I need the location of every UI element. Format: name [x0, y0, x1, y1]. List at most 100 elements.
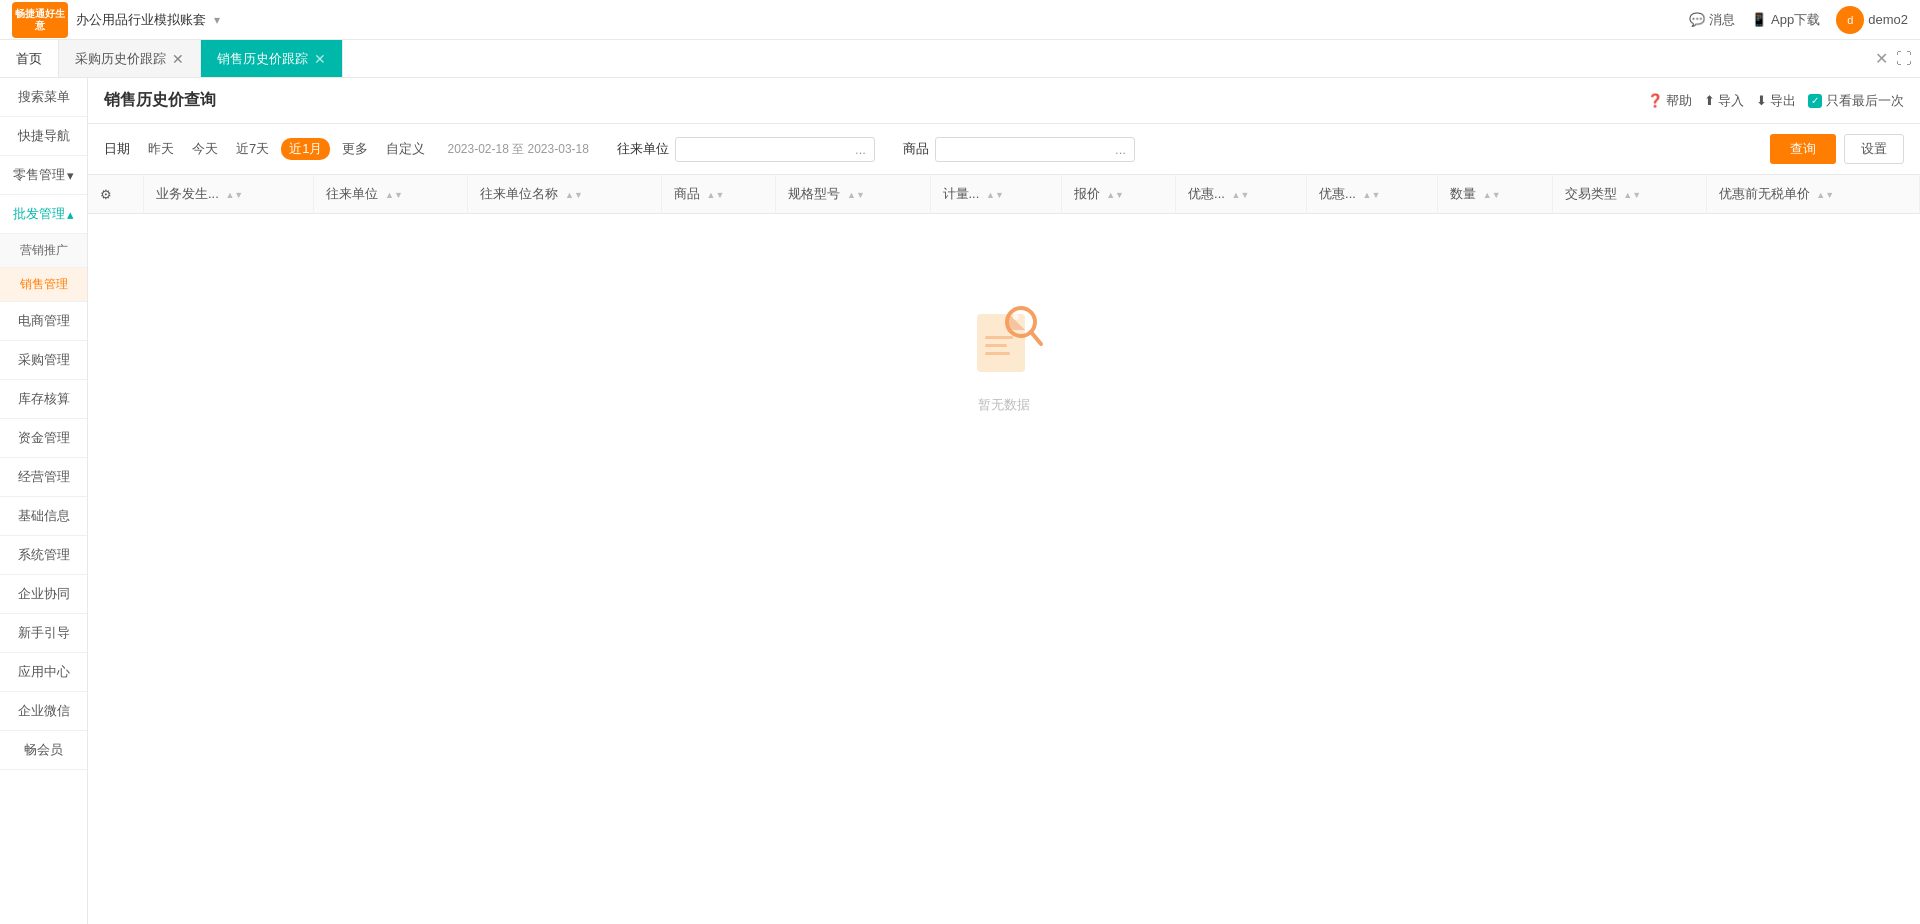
data-table: ⚙ 业务发生... ▲▼ 往来单位 ▲▼ 往来单位名称 ▲▼	[88, 175, 1920, 494]
goods-label: 商品	[903, 140, 929, 158]
filter-bar: 日期 昨天 今天 近7天 近1月 更多 自定义 2023-02-18 至 202…	[88, 124, 1920, 175]
import-link[interactable]: ⬆ 导入	[1704, 92, 1744, 110]
col-counterpart-label: 往来单位	[326, 186, 378, 201]
table-body: 暂无数据	[88, 214, 1920, 495]
logo-text: 畅捷通好生意	[12, 8, 68, 32]
col-discount1-label: 优惠...	[1188, 186, 1225, 201]
tab-home[interactable]: 首页	[0, 40, 59, 77]
col-discount2[interactable]: 优惠... ▲▼	[1307, 175, 1438, 214]
help-link[interactable]: ❓ 帮助	[1647, 92, 1692, 110]
date-range-display: 2023-02-18 至 2023-03-18	[447, 141, 588, 158]
sidebar-item-search[interactable]: 搜索菜单	[0, 78, 87, 117]
sidebar-item-wholesale[interactable]: 批发管理 ▴	[0, 195, 87, 234]
logo: 畅捷通好生意	[12, 2, 68, 38]
col-unit-label: 计量...	[943, 186, 980, 201]
counterpart-label: 往来单位	[617, 140, 669, 158]
topbar: 畅捷通好生意 办公用品行业模拟账套 ▾ 💬 消息 📱 App下载 d demo2	[0, 0, 1920, 40]
shortcut-more[interactable]: 更多	[336, 138, 374, 160]
col-counterpart-name[interactable]: 往来单位名称 ▲▼	[468, 175, 662, 214]
sidebar-item-ecommerce[interactable]: 电商管理	[0, 302, 87, 341]
sidebar-item-apps[interactable]: 应用中心	[0, 653, 87, 692]
sidebar-item-system[interactable]: 系统管理	[0, 536, 87, 575]
sidebar-retail-label: 零售管理	[13, 166, 65, 184]
only-last-label: 只看最后一次	[1826, 92, 1904, 110]
shortcut-last1m[interactable]: 近1月	[281, 138, 330, 160]
shortcut-yesterday[interactable]: 昨天	[142, 138, 180, 160]
col-discount1-sort: ▲▼	[1232, 190, 1250, 200]
empty-illustration	[959, 294, 1049, 384]
tab-sales-history-close[interactable]: ✕	[314, 52, 326, 66]
col-gear[interactable]: ⚙	[88, 175, 143, 214]
sidebar-item-finance[interactable]: 资金管理	[0, 419, 87, 458]
query-button[interactable]: 查询	[1770, 134, 1836, 164]
sidebar-item-purchase[interactable]: 采购管理	[0, 341, 87, 380]
tab-purchase-history[interactable]: 采购历史价跟踪 ✕	[59, 40, 201, 77]
col-pre-tax[interactable]: 优惠前无税单价 ▲▼	[1706, 175, 1919, 214]
sidebar-item-operations[interactable]: 经营管理	[0, 458, 87, 497]
sidebar-retail-arrow: ▾	[67, 168, 74, 183]
col-counterpart[interactable]: 往来单位 ▲▼	[314, 175, 468, 214]
col-discount2-label: 优惠...	[1319, 186, 1356, 201]
message-link[interactable]: 💬 消息	[1689, 11, 1735, 29]
col-unit-sort: ▲▼	[986, 190, 1004, 200]
sidebar-item-basic-info[interactable]: 基础信息	[0, 497, 87, 536]
sidebar-item-membership[interactable]: 畅会员	[0, 731, 87, 770]
col-spec-label: 规格型号	[788, 186, 840, 201]
export-icon: ⬇	[1756, 93, 1767, 108]
sidebar-item-marketing[interactable]: 营销推广	[0, 234, 87, 268]
table-header: ⚙ 业务发生... ▲▼ 往来单位 ▲▼ 往来单位名称 ▲▼	[88, 175, 1920, 214]
tabbar: 首页 采购历史价跟踪 ✕ 销售历史价跟踪 ✕ ✕ ⛶	[0, 40, 1920, 78]
sidebar-item-guide[interactable]: 新手引导	[0, 614, 87, 653]
col-biz-date[interactable]: 业务发生... ▲▼	[143, 175, 313, 214]
tab-purchase-history-close[interactable]: ✕	[172, 52, 184, 66]
page-title: 销售历史价查询	[104, 90, 216, 123]
tab-sales-history[interactable]: 销售历史价跟踪 ✕	[201, 40, 343, 77]
col-pre-tax-label: 优惠前无税单价	[1719, 186, 1810, 201]
col-unit[interactable]: 计量... ▲▼	[930, 175, 1061, 214]
sidebar-item-retail[interactable]: 零售管理 ▾	[0, 156, 87, 195]
col-counterpart-name-sort: ▲▼	[565, 190, 583, 200]
export-link[interactable]: ⬇ 导出	[1756, 92, 1796, 110]
col-quantity-label: 数量	[1450, 186, 1476, 201]
col-biz-date-label: 业务发生...	[156, 186, 219, 201]
sidebar-item-enterprise[interactable]: 企业协同	[0, 575, 87, 614]
only-last-checkbox[interactable]	[1808, 94, 1822, 108]
page-header: 销售历史价查询 ❓ 帮助 ⬆ 导入 ⬇ 导出 只看最后一次	[88, 78, 1920, 124]
col-biz-date-sort: ▲▼	[225, 190, 243, 200]
tab-home-label: 首页	[16, 50, 42, 68]
date-shortcuts: 昨天 今天 近7天 近1月 更多 自定义	[142, 138, 431, 160]
gear-icon: ⚙	[100, 187, 112, 202]
col-pre-tax-sort: ▲▼	[1816, 190, 1834, 200]
only-last-checkbox-wrap[interactable]: 只看最后一次	[1808, 92, 1904, 110]
avatar: d	[1836, 6, 1864, 34]
fullscreen-icon[interactable]: ⛶	[1896, 50, 1912, 68]
sidebar-item-wechat[interactable]: 企业微信	[0, 692, 87, 731]
col-trade-type[interactable]: 交易类型 ▲▼	[1552, 175, 1706, 214]
counterpart-input[interactable]: ...	[675, 137, 875, 162]
close-all-tabs-icon[interactable]: ✕	[1875, 49, 1888, 68]
shortcut-last7[interactable]: 近7天	[230, 138, 275, 160]
col-spec[interactable]: 规格型号 ▲▼	[776, 175, 930, 214]
shortcut-custom[interactable]: 自定义	[380, 138, 431, 160]
username-label: demo2	[1868, 12, 1908, 27]
user-profile[interactable]: d demo2	[1836, 6, 1908, 34]
app-download-link[interactable]: 📱 App下载	[1751, 11, 1820, 29]
col-quote[interactable]: 报价 ▲▼	[1061, 175, 1176, 214]
col-goods[interactable]: 商品 ▲▼	[661, 175, 776, 214]
app-title-dropdown[interactable]: ▾	[214, 13, 220, 27]
settings-button[interactable]: 设置	[1844, 134, 1904, 164]
col-discount2-sort: ▲▼	[1363, 190, 1381, 200]
col-goods-label: 商品	[674, 186, 700, 201]
sidebar-wholesale-arrow: ▴	[67, 207, 74, 222]
sidebar-item-shortcuts[interactable]: 快捷导航	[0, 117, 87, 156]
page-header-actions: ❓ 帮助 ⬆ 导入 ⬇ 导出 只看最后一次	[1647, 92, 1904, 122]
tabbar-actions: ✕ ⛶	[1875, 40, 1920, 77]
col-quantity[interactable]: 数量 ▲▼	[1438, 175, 1553, 214]
sidebar-item-inventory[interactable]: 库存核算	[0, 380, 87, 419]
tab-purchase-history-label: 采购历史价跟踪	[75, 50, 166, 68]
goods-input[interactable]: ...	[935, 137, 1135, 162]
shortcut-today[interactable]: 今天	[186, 138, 224, 160]
col-discount1[interactable]: 优惠... ▲▼	[1176, 175, 1307, 214]
sidebar-item-sales-mgmt[interactable]: 销售管理	[0, 268, 87, 302]
empty-state: 暂无数据	[88, 214, 1920, 494]
